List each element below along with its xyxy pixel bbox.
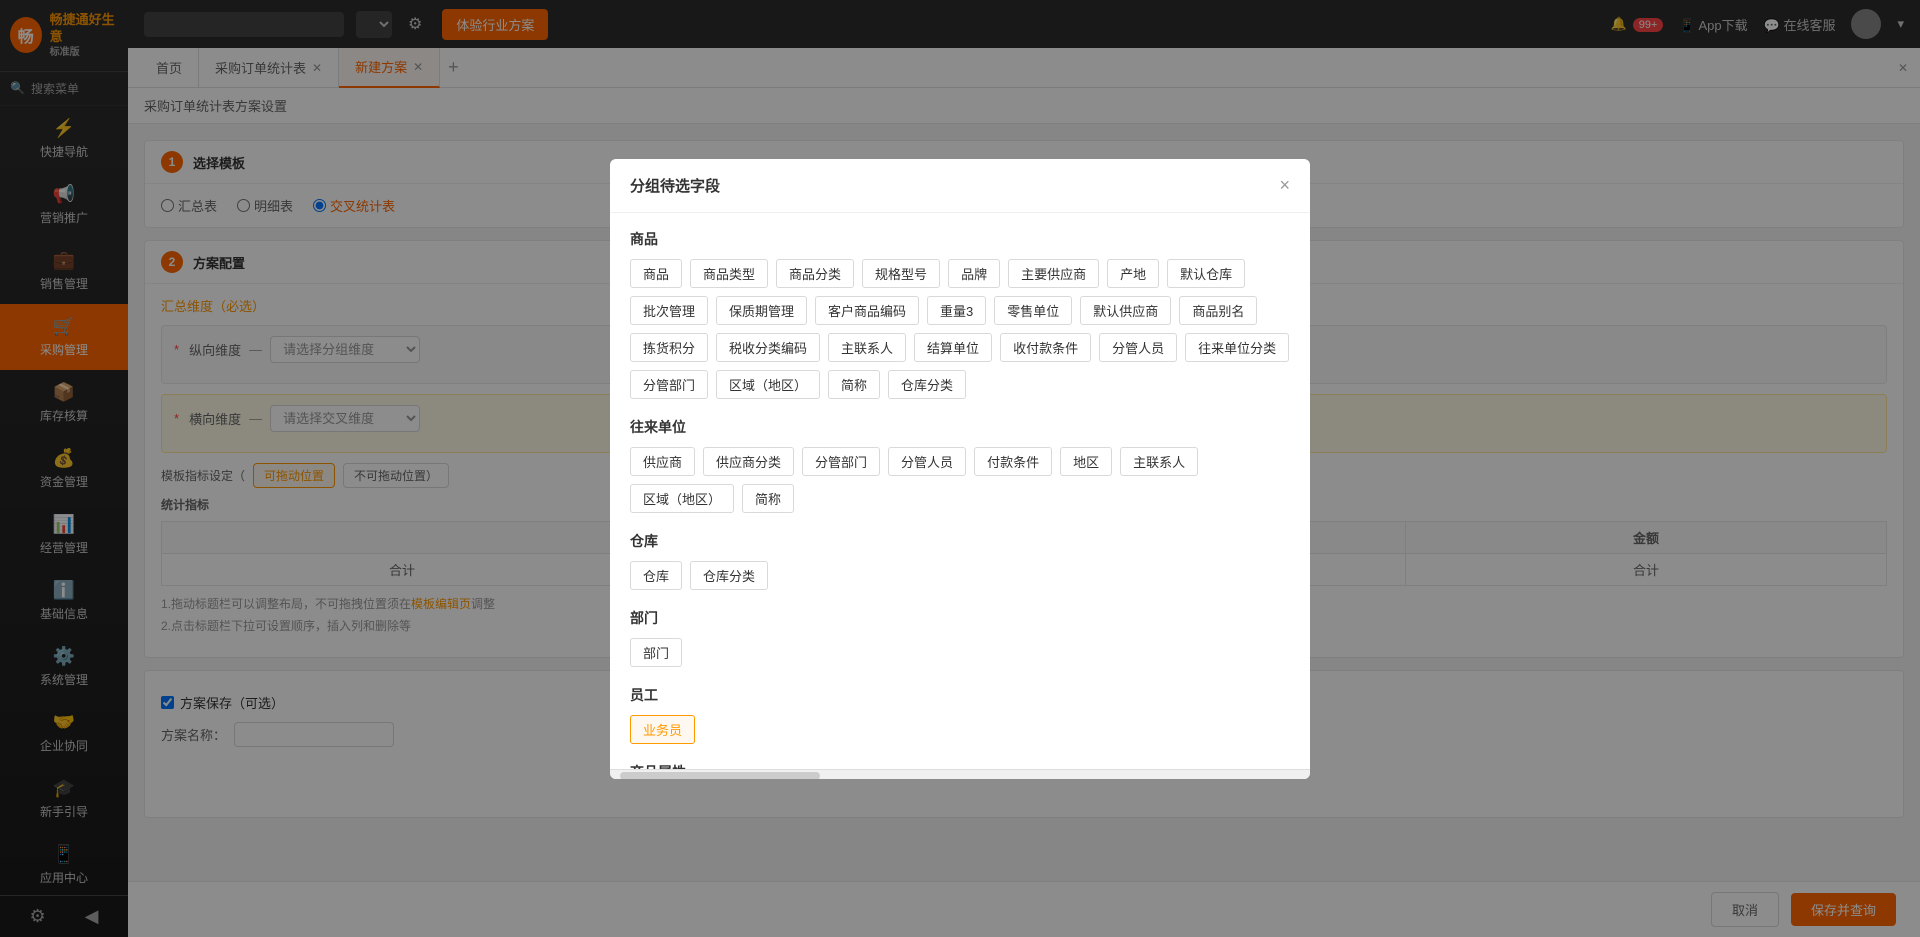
- modal-overlay[interactable]: 分组待选字段 × 商品 商品 商品类型 商品分类 规格型号 品牌 主要供应商 产…: [0, 0, 1920, 937]
- product-attr-section-title: 商品属性: [630, 762, 1290, 769]
- goods-field-tags: 商品 商品类型 商品分类 规格型号 品牌 主要供应商 产地 默认仓库 批次管理 …: [630, 259, 1290, 399]
- field-tag-付款条件[interactable]: 付款条件: [974, 447, 1052, 476]
- field-tag-重量3[interactable]: 重量3: [927, 296, 986, 325]
- department-field-tags: 部门: [630, 638, 1290, 667]
- field-tag-主联系人2[interactable]: 主联系人: [1120, 447, 1198, 476]
- field-tag-商品[interactable]: 商品: [630, 259, 682, 288]
- field-tag-仓库分类2[interactable]: 仓库分类: [690, 561, 768, 590]
- field-tag-区域地区[interactable]: 区域（地区）: [716, 370, 820, 399]
- field-tag-分管人员2[interactable]: 分管人员: [888, 447, 966, 476]
- modal-hscrollbar[interactable]: [610, 769, 1310, 779]
- field-tag-主联系人[interactable]: 主联系人: [828, 333, 906, 362]
- field-tag-收付款条件[interactable]: 收付款条件: [1000, 333, 1091, 362]
- product-attr-section: 商品属性 属性 颜色 多规格 尺码 鞋码 1: [630, 762, 1290, 769]
- field-tag-客户商品编码[interactable]: 客户商品编码: [815, 296, 919, 325]
- field-tag-区域地区2[interactable]: 区域（地区）: [630, 484, 734, 513]
- modal-hscrollbar-thumb[interactable]: [620, 772, 820, 779]
- employee-section-title: 员工: [630, 685, 1290, 705]
- goods-section-title: 商品: [630, 229, 1290, 249]
- employee-section: 员工 业务员: [630, 685, 1290, 744]
- field-tag-部门[interactable]: 部门: [630, 638, 682, 667]
- modal-close-btn[interactable]: ×: [1279, 175, 1290, 196]
- field-tag-默认仓库[interactable]: 默认仓库: [1167, 259, 1245, 288]
- field-tag-批次管理[interactable]: 批次管理: [630, 296, 708, 325]
- field-tag-供应商[interactable]: 供应商: [630, 447, 695, 476]
- field-tag-分管部门[interactable]: 分管部门: [630, 370, 708, 399]
- warehouse-section-title: 仓库: [630, 531, 1290, 551]
- field-tag-简称2[interactable]: 简称: [742, 484, 794, 513]
- partner-section: 往来单位 供应商 供应商分类 分管部门 分管人员 付款条件 地区 主联系人 区域…: [630, 417, 1290, 513]
- field-tag-仓库分类[interactable]: 仓库分类: [888, 370, 966, 399]
- field-tag-供应商分类[interactable]: 供应商分类: [703, 447, 794, 476]
- field-tag-分管人员[interactable]: 分管人员: [1099, 333, 1177, 362]
- field-tag-规格型号[interactable]: 规格型号: [862, 259, 940, 288]
- department-section-title: 部门: [630, 608, 1290, 628]
- field-tag-地区[interactable]: 地区: [1060, 447, 1112, 476]
- field-tag-简称[interactable]: 简称: [828, 370, 880, 399]
- warehouse-field-tags: 仓库 仓库分类: [630, 561, 1290, 590]
- field-tag-业务员[interactable]: 业务员: [630, 715, 695, 744]
- employee-field-tags: 业务员: [630, 715, 1290, 744]
- field-tag-商品类型[interactable]: 商品类型: [690, 259, 768, 288]
- modal-title: 分组待选字段: [630, 175, 720, 196]
- field-tag-结算单位[interactable]: 结算单位: [914, 333, 992, 362]
- field-tag-往来单位分类[interactable]: 往来单位分类: [1185, 333, 1289, 362]
- modal-header: 分组待选字段 ×: [610, 159, 1310, 213]
- field-tag-品牌[interactable]: 品牌: [948, 259, 1000, 288]
- field-tag-税收分类编码[interactable]: 税收分类编码: [716, 333, 820, 362]
- partner-section-title: 往来单位: [630, 417, 1290, 437]
- field-tag-保质期管理[interactable]: 保质期管理: [716, 296, 807, 325]
- goods-section: 商品 商品 商品类型 商品分类 规格型号 品牌 主要供应商 产地 默认仓库 批次…: [630, 229, 1290, 399]
- field-tag-仓库[interactable]: 仓库: [630, 561, 682, 590]
- warehouse-section: 仓库 仓库 仓库分类: [630, 531, 1290, 590]
- field-tag-产地[interactable]: 产地: [1107, 259, 1159, 288]
- department-section: 部门 部门: [630, 608, 1290, 667]
- partner-field-tags: 供应商 供应商分类 分管部门 分管人员 付款条件 地区 主联系人 区域（地区） …: [630, 447, 1290, 513]
- field-tag-主要供应商[interactable]: 主要供应商: [1008, 259, 1099, 288]
- modal: 分组待选字段 × 商品 商品 商品类型 商品分类 规格型号 品牌 主要供应商 产…: [610, 159, 1310, 779]
- field-tag-商品分类[interactable]: 商品分类: [776, 259, 854, 288]
- field-tag-分管部门2[interactable]: 分管部门: [802, 447, 880, 476]
- modal-body: 商品 商品 商品类型 商品分类 规格型号 品牌 主要供应商 产地 默认仓库 批次…: [610, 213, 1310, 769]
- field-tag-拣货积分[interactable]: 拣货积分: [630, 333, 708, 362]
- field-tag-默认供应商[interactable]: 默认供应商: [1080, 296, 1171, 325]
- field-tag-商品别名[interactable]: 商品别名: [1179, 296, 1257, 325]
- field-tag-零售单位[interactable]: 零售单位: [994, 296, 1072, 325]
